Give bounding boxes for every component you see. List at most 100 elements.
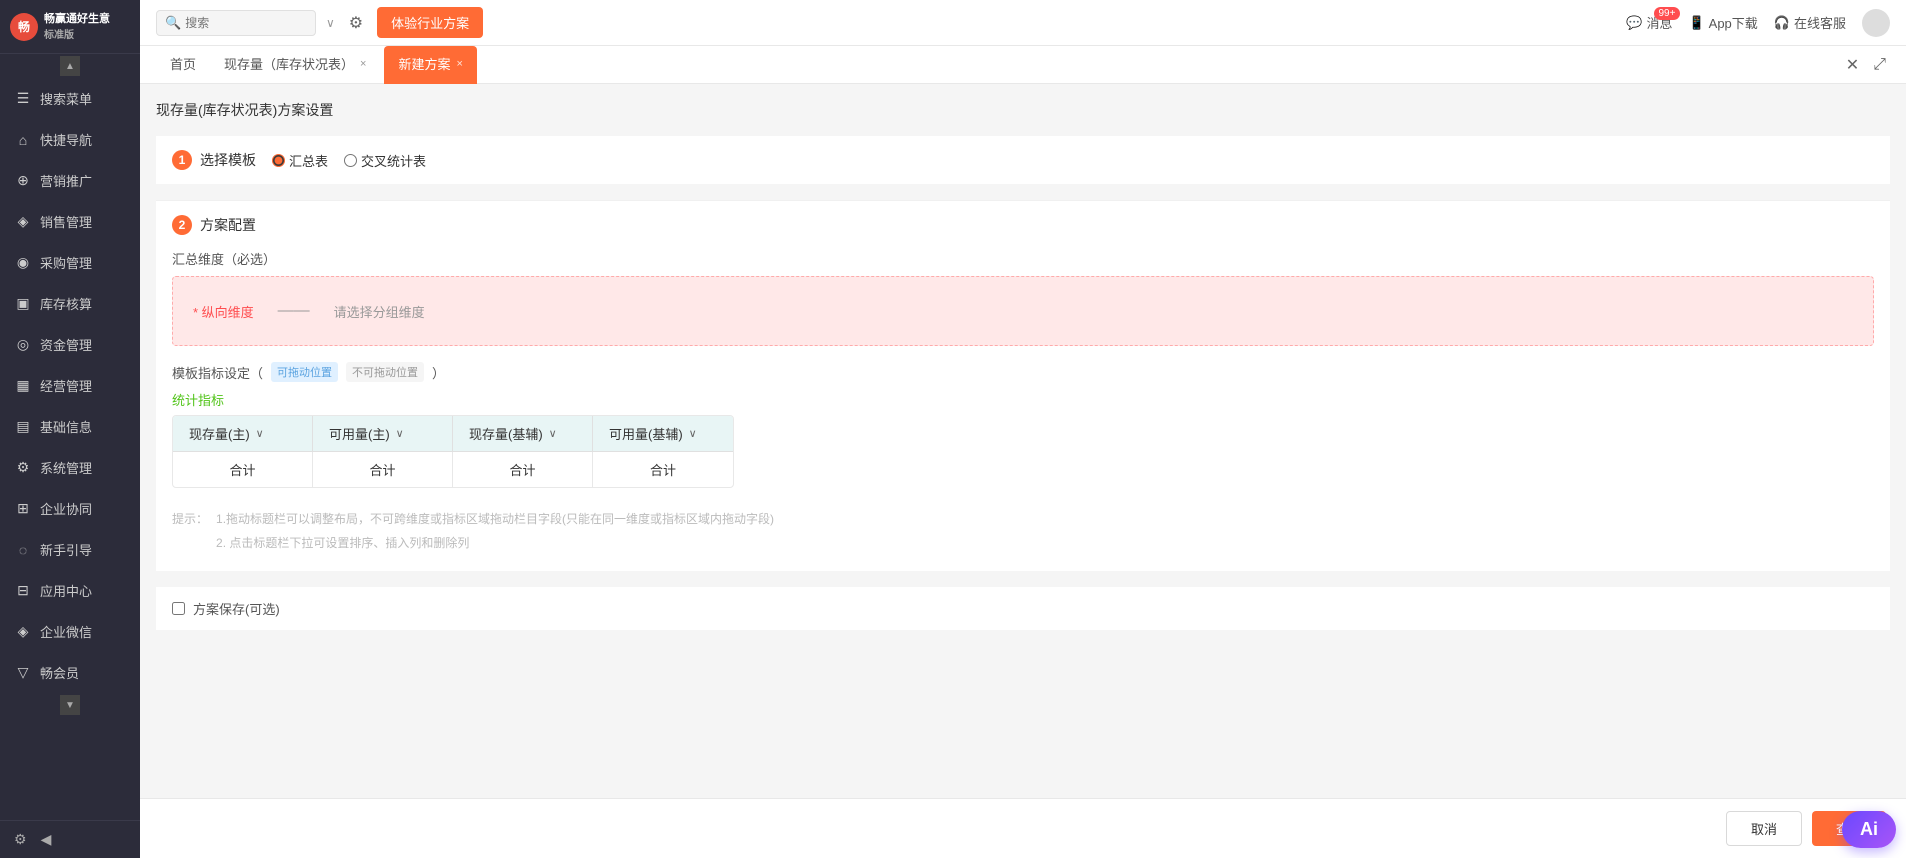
radio-cross-input[interactable] [344,154,357,167]
enterprise-icon: ⊞ [14,500,32,518]
tab-new-scheme-close[interactable]: × [456,58,462,70]
tip-item-1: 提示： 2. 点击标题栏下拉可设置排序、插入列和删除列 [172,531,1874,555]
tab-close-all-icon[interactable]: ✕ [1842,51,1863,79]
message-badge: 99+ [1654,7,1681,20]
mobile-icon: 📱 [1688,15,1704,31]
th-label-0: 现存量(主) [189,424,250,443]
th-label-3: 可用量(基辅) [609,424,683,443]
sidebar-item-label: 新手引导 [40,540,92,559]
tab-home[interactable]: 首页 [156,46,210,84]
th-cell-3[interactable]: 可用量(基辅) ∨ [593,416,733,452]
inventory-icon: ▣ [14,295,32,313]
sidebar-item-label: 营销推广 [40,171,92,190]
collapse-icon[interactable]: ◀ [41,831,52,848]
th-cell-1[interactable]: 可用量(主) ∨ [313,416,453,452]
app-download-button[interactable]: 📱 App下载 [1688,13,1757,32]
template-radio-group: 汇总表 交叉统计表 [272,151,426,170]
sidebar-item-marketing[interactable]: ⊕ 营销推广 [0,160,140,201]
radio-summary-label: 汇总表 [289,151,328,170]
topbar-gear-icon[interactable]: ⚙ [345,9,367,37]
table-header-row: 现存量(主) ∨ 可用量(主) ∨ 现存量(基辅) ∨ [173,416,733,452]
sidebar-item-label: 畅会员 [40,663,79,682]
sidebar-item-management[interactable]: ▦ 经营管理 [0,365,140,406]
save-option: 方案保存(可选) [156,587,1890,630]
topbar-chevron-icon[interactable]: ∨ [326,16,335,30]
th-cell-2[interactable]: 现存量(基辅) ∨ [453,416,593,452]
th-cell-0[interactable]: 现存量(主) ∨ [173,416,313,452]
section2-title: 方案配置 [200,215,256,235]
user-info[interactable] [1862,9,1890,37]
finance-icon: ◎ [14,336,32,354]
tab-inventory-close[interactable]: × [360,58,366,70]
cancel-button[interactable]: 取消 [1726,811,1802,846]
main-area: 🔍 ∨ ⚙ 体验行业方案 💬 消息 99+ 📱 App下载 🎧 在线客服 [140,0,1906,858]
tab-expand-icon[interactable]: ⤢ [1869,52,1890,78]
sidebar-item-basicinfo[interactable]: ▤ 基础信息 [0,406,140,447]
th-dropdown-0[interactable]: ∨ [256,427,264,440]
th-label-2: 现存量(基辅) [469,424,543,443]
section2-header: 2 方案配置 [156,201,1890,249]
sidebar-item-label: 系统管理 [40,458,92,477]
sidebar-item-system[interactable]: ⚙ 系统管理 [0,447,140,488]
tips-area: 提示： 1.拖动标题栏可以调整布局，不可跨维度或指标区域拖动栏目字段(只能在同一… [172,507,1874,555]
quicknav-icon: ⌂ [14,131,32,149]
sidebar-footer: ⚙ ◀ [0,820,140,858]
sidebar-item-member[interactable]: ▽ 畅会员 [0,652,140,693]
section1-header: 1 选择模板 汇总表 交叉统计表 [156,136,1890,184]
basicinfo-icon: ▤ [14,418,32,436]
sidebar-item-label: 快捷导航 [40,130,92,149]
sidebar-item-inventory[interactable]: ▣ 库存核算 [0,283,140,324]
sidebar-item-label: 销售管理 [40,212,92,231]
indicator-close-text: ） [432,363,445,382]
app-name: 畅赢通好生意 [44,12,110,26]
stat-indicator: 统计指标 现存量(主) ∨ 可用量(主) ∨ [172,390,1874,491]
sidebar-item-search[interactable]: ☰ 搜索菜单 [0,78,140,119]
tab-inventory[interactable]: 现存量（库存状况表） × [210,46,380,84]
settings-icon[interactable]: ⚙ [14,831,27,848]
search-icon: 🔍 [165,15,181,31]
th-dropdown-2[interactable]: ∨ [549,427,557,440]
tab-new-scheme[interactable]: 新建方案 × [384,46,476,84]
message-button[interactable]: 💬 消息 99+ [1626,13,1672,32]
dimension-box[interactable]: * 纵向维度 —— 请选择分组维度 [172,276,1874,346]
avatar [1862,9,1890,37]
section-scheme-config: 2 方案配置 汇总维度（必选） * 纵向维度 —— 请选择分组维度 模板指标设定… [156,201,1890,571]
section-choose-template: 1 选择模板 汇总表 交叉统计表 [156,136,1890,184]
topbar-search-box[interactable]: 🔍 [156,10,316,36]
save-checkbox[interactable] [172,602,185,615]
radio-summary-table[interactable]: 汇总表 [272,151,328,170]
trial-industry-button[interactable]: 体验行业方案 [377,7,483,38]
system-icon: ⚙ [14,459,32,477]
search-input[interactable] [185,16,307,30]
sidebar-item-finance[interactable]: ◎ 资金管理 [0,324,140,365]
radio-summary-input[interactable] [272,154,285,167]
sidebar-item-appcenter[interactable]: ⊟ 应用中心 [0,570,140,611]
newguide-icon: ◌ [14,541,32,559]
scroll-down-btn[interactable]: ▼ [60,695,80,715]
sidebar-item-sales[interactable]: ◈ 销售管理 [0,201,140,242]
sidebar-item-quicknav[interactable]: ⌂ 快捷导航 [0,119,140,160]
online-service-button[interactable]: 🎧 在线客服 [1774,13,1846,32]
sidebar-item-label: 企业协同 [40,499,92,518]
tab-inventory-label: 现存量（库存状况表） [224,54,354,73]
th-dropdown-1[interactable]: ∨ [396,427,404,440]
sidebar-scroll: ▲ ☰ 搜索菜单 ⌂ 快捷导航 ⊕ 营销推广 ◈ 销售管理 ◉ 采购管理 ▣ 库… [0,54,140,820]
th-dropdown-3[interactable]: ∨ [689,427,697,440]
table-data-row: 合计 合计 合计 合计 [173,452,733,487]
td-cell-2: 合计 [453,452,593,487]
sidebar-item-label: 应用中心 [40,581,92,600]
sidebar-item-purchase[interactable]: ◉ 采购管理 [0,242,140,283]
sidebar-item-label: 经营管理 [40,376,92,395]
tabs-bar: 首页 现存量（库存状况表） × 新建方案 × ✕ ⤢ [140,46,1906,84]
wechat-icon: ◈ [14,623,32,641]
indicator-table: 现存量(主) ∨ 可用量(主) ∨ 现存量(基辅) ∨ [172,415,734,488]
td-cell-1: 合计 [313,452,453,487]
ai-badge[interactable]: Ai [1842,811,1896,848]
radio-cross-table[interactable]: 交叉统计表 [344,151,426,170]
sidebar-item-label: 资金管理 [40,335,92,354]
scroll-up-btn[interactable]: ▲ [60,56,80,76]
sidebar-item-newguide[interactable]: ◌ 新手引导 [0,529,140,570]
sidebar-item-enterprise[interactable]: ⊞ 企业协同 [0,488,140,529]
stat-label: 统计指标 [172,390,1874,409]
sidebar-item-wechat[interactable]: ◈ 企业微信 [0,611,140,652]
